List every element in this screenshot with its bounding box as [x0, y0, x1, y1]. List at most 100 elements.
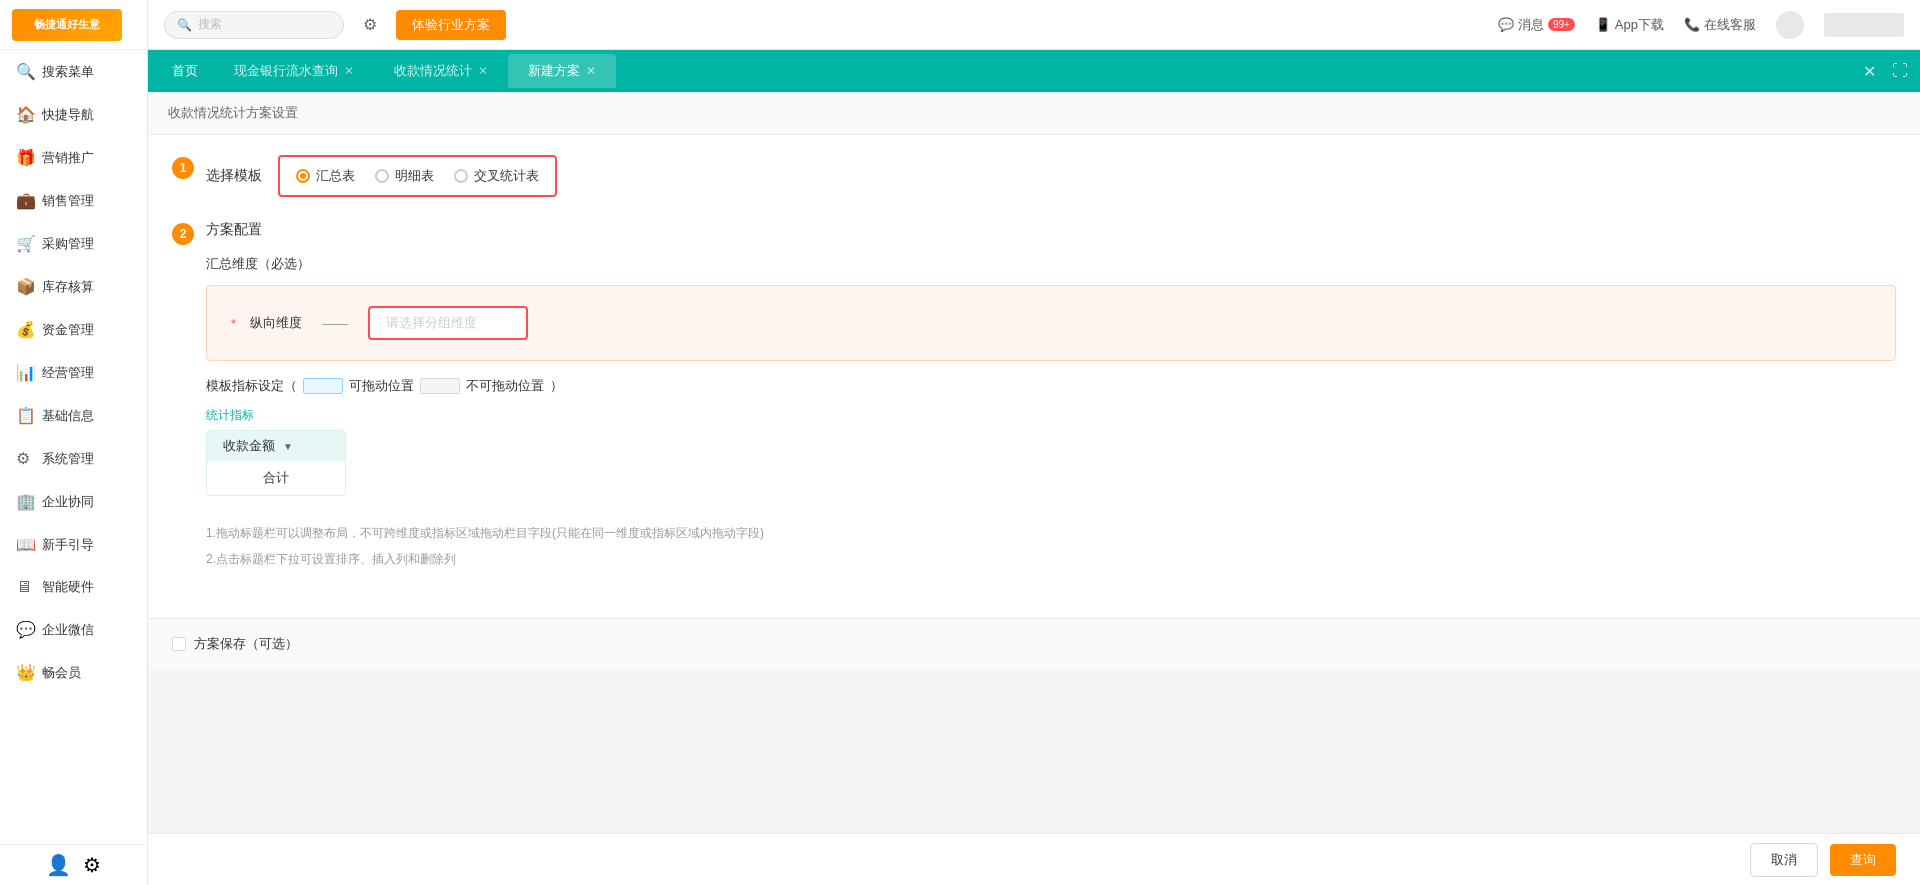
sidebar-item-采购管理[interactable]: 🛒采购管理 — [0, 222, 147, 265]
sidebar-icon: 🏠 — [16, 105, 34, 124]
step2-title: 方案配置 — [206, 221, 1896, 239]
sidebar-footer: 👤 ⚙ — [0, 844, 147, 885]
sidebar-item-label: 畅会员 — [42, 664, 81, 682]
sidebar-item-智能硬件[interactable]: 🖥智能硬件 — [0, 566, 147, 608]
sidebar-item-搜索菜单[interactable]: 🔍 搜索菜单 — [0, 50, 147, 93]
step1-content: 选择模板 汇总表 明细表 — [206, 155, 1896, 197]
trial-button[interactable]: 体验行业方案 — [396, 10, 506, 40]
dropdown-arrow-icon[interactable]: ▼ — [283, 441, 293, 452]
radio-cross-dot[interactable] — [454, 169, 468, 183]
tab-home-label: 首页 — [172, 62, 198, 80]
save-label: 方案保存（可选） — [194, 635, 298, 653]
user-avatar[interactable] — [1776, 11, 1804, 39]
sidebar-icon: 📊 — [16, 363, 34, 382]
indicator-title-prefix: 模板指标设定（ — [206, 377, 297, 395]
legend-static: 不可拖动位置 — [420, 377, 544, 395]
sidebar-item-经营管理[interactable]: 📊 经营管理 — [0, 351, 147, 394]
radio-summary-dot[interactable] — [296, 169, 310, 183]
step1-number: 1 — [172, 157, 194, 179]
sidebar-item-库存核算[interactable]: 📦 库存核算 — [0, 265, 147, 308]
topbar-right: 💬 消息 99+ 📱 App下载 📞 在线客服 — [1498, 11, 1904, 39]
sidebar-item-label: 资金管理 — [42, 321, 94, 339]
sidebar-icon: 📦 — [16, 277, 34, 296]
sidebar-item-销售管理[interactable]: 💼 销售管理 — [0, 179, 147, 222]
sidebar-item-label: 经营管理 — [42, 364, 94, 382]
settings-icon[interactable]: ⚙ — [356, 11, 384, 39]
query-button[interactable]: 查询 — [1830, 844, 1896, 876]
sidebar-item-系统管理[interactable]: ⚙系统管理 — [0, 437, 147, 480]
sidebar-item-label: 基础信息 — [42, 407, 94, 425]
sidebar-item-企业微信[interactable]: 💬企业微信 — [0, 608, 147, 651]
tab-receipts-label: 收款情况统计 — [394, 62, 472, 80]
tab-newplan-close-icon[interactable]: ✕ — [586, 64, 596, 78]
tab-cashflow-label: 现金银行流水查询 — [234, 62, 338, 80]
logo-text: 畅捷通好生意 — [34, 17, 100, 32]
sidebar-item-快捷导航[interactable]: 🏠快捷导航 — [0, 93, 147, 136]
sidebar-item-畅会员[interactable]: 👑畅会员 — [0, 651, 147, 694]
indicator-title-suffix: ） — [550, 377, 563, 395]
save-checkbox[interactable] — [172, 637, 186, 651]
support-label: 在线客服 — [1704, 16, 1756, 34]
cancel-button[interactable]: 取消 — [1750, 843, 1818, 877]
search-bar[interactable]: 🔍 搜索 — [164, 11, 344, 39]
close-window-icon[interactable]: ✕ — [1859, 58, 1880, 85]
radio-summary[interactable]: 汇总表 — [296, 167, 355, 185]
sidebar-footer-icon2[interactable]: ⚙ — [83, 853, 101, 877]
legend-draggable: 可拖动位置 — [303, 377, 414, 395]
legend-static-label: 不可拖动位置 — [466, 377, 544, 395]
sidebar-item-基础信息[interactable]: 📋 基础信息 — [0, 394, 147, 437]
sidebar-item-label: 搜索菜单 — [42, 63, 94, 81]
legend-draggable-box — [303, 378, 343, 394]
notification-badge: 99+ — [1548, 18, 1575, 31]
step2-number: 2 — [172, 223, 194, 245]
breadcrumb-text: 收款情况统计方案设置 — [168, 105, 298, 120]
sidebar-icon: 🛒 — [16, 234, 34, 253]
dimension-select[interactable]: 请选择分组维度 — [368, 306, 528, 340]
tab-home[interactable]: 首页 — [156, 54, 214, 88]
sidebar-icon: 🔍 — [16, 62, 34, 81]
radio-cross[interactable]: 交叉统计表 — [454, 167, 539, 185]
sidebar-icon: 💰 — [16, 320, 34, 339]
sidebar-item-label: 库存核算 — [42, 278, 94, 296]
sidebar-icon: 💼 — [16, 191, 34, 210]
sidebar-item-营销推广[interactable]: 🎁营销推广 — [0, 136, 147, 179]
logo-image: 畅捷通好生意 — [12, 9, 122, 41]
sidebar-item-label: 销售管理 — [42, 192, 94, 210]
notification-item[interactable]: 💬 消息 99+ — [1498, 16, 1575, 34]
tab-receipts-close-icon[interactable]: ✕ — [478, 64, 488, 78]
dimension-section: 汇总维度（必选） * 纵向维度 —— 请选择分组维度 — [206, 255, 1896, 361]
sidebar-item-资金管理[interactable]: 💰 资金管理 — [0, 308, 147, 351]
radio-detail-dot[interactable] — [375, 169, 389, 183]
tab-cashflow-close-icon[interactable]: ✕ — [344, 64, 354, 78]
sidebar-icon: 📋 — [16, 406, 34, 425]
expand-icon[interactable]: ⛶ — [1888, 58, 1912, 85]
sidebar-footer-icon1[interactable]: 👤 — [46, 853, 71, 877]
tab-receipts[interactable]: 收款情况统计 ✕ — [374, 54, 508, 88]
tab-cashflow[interactable]: 现金银行流水查询 ✕ — [214, 54, 374, 88]
search-icon: 🔍 — [177, 18, 192, 32]
tips-section: 1.拖动标题栏可以调整布局，不可跨维度或指标区域拖动栏目字段(只能在同一维度或指… — [206, 523, 1896, 570]
page-body: 收款情况统计方案设置 1 选择模板 汇总表 — [148, 92, 1920, 669]
radio-detail[interactable]: 明细表 — [375, 167, 434, 185]
user-info — [1824, 13, 1904, 37]
sidebar: 畅捷通好生意 🔍 搜索菜单 🏠快捷导航🎁营销推广 💼 销售管理 🛒采购管理 📦 库存核算 💰 资金… — [0, 0, 148, 885]
stats-area: 统计指标 收款金额 ▼ 合计 — [206, 407, 1896, 499]
support-item[interactable]: 📞 在线客服 — [1684, 16, 1756, 34]
step1: 1 选择模板 汇总表 明细表 — [172, 155, 1896, 197]
save-option[interactable]: 方案保存（可选） — [172, 635, 1896, 653]
search-placeholder: 搜索 — [198, 16, 222, 33]
tabbar-controls: ✕ ⛶ — [1859, 58, 1912, 85]
dimension-area: * 纵向维度 —— 请选择分组维度 — [206, 285, 1896, 361]
action-bar: 取消 查询 — [148, 833, 1920, 885]
tab-newplan[interactable]: 新建方案 ✕ — [508, 54, 616, 88]
stats-header[interactable]: 收款金额 ▼ — [207, 431, 345, 461]
template-selector: 汇总表 明细表 交叉统计表 — [278, 155, 557, 197]
sidebar-item-label: 智能硬件 — [42, 578, 94, 596]
sidebar-item-新手引导[interactable]: 📖新手引导 — [0, 523, 147, 566]
download-item[interactable]: 📱 App下载 — [1595, 16, 1664, 34]
indicator-legend-row: 模板指标设定（ 可拖动位置 不可拖动位置 ） — [206, 377, 1896, 395]
sidebar-item-企业协同[interactable]: 🏢企业协同 — [0, 480, 147, 523]
tabbar: 首页 现金银行流水查询 ✕ 收款情况统计 ✕ 新建方案 ✕ ✕ ⛶ — [148, 50, 1920, 92]
legend-draggable-label: 可拖动位置 — [349, 377, 414, 395]
dimension-row: * 纵向维度 —— 请选择分组维度 — [231, 306, 1871, 340]
